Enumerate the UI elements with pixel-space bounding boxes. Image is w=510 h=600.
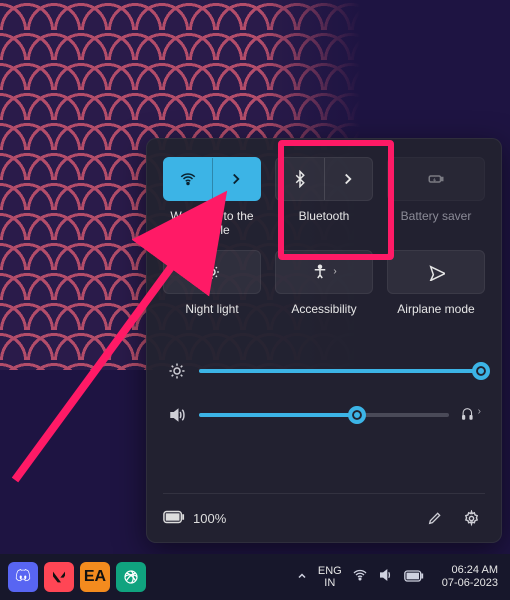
quick-settings-footer: 100%	[163, 493, 485, 532]
quick-settings-panel: Welcome to the Jungle Bluetooth	[146, 138, 502, 543]
taskbar-app-discord[interactable]	[8, 562, 38, 592]
tray-wifi-icon[interactable]	[352, 567, 368, 587]
night-light-label: Night light	[185, 302, 238, 330]
taskbar-app-chatgpt[interactable]	[116, 562, 146, 592]
chevron-up-icon	[296, 570, 308, 582]
battery-saver-icon	[427, 170, 445, 188]
brightness-slider-row	[167, 362, 481, 380]
tray-overflow-button[interactable]	[296, 569, 308, 586]
chevron-right-icon	[227, 170, 245, 188]
airplane-mode-tile[interactable]	[387, 250, 485, 294]
pencil-icon	[427, 510, 443, 526]
night-light-tile[interactable]	[163, 250, 261, 294]
bluetooth-toggle[interactable]	[276, 158, 325, 200]
taskbar-app-ea[interactable]: EA	[80, 562, 110, 592]
bluetooth-icon	[291, 170, 309, 188]
battery-status-icon[interactable]	[163, 510, 185, 527]
airplane-mode-tile-group: Airplane mode	[387, 250, 485, 330]
accessibility-tile-group: › Accessibility	[275, 250, 373, 330]
clock-date: 07-06-2023	[442, 577, 498, 590]
quick-settings-tiles: Welcome to the Jungle Bluetooth	[163, 157, 485, 330]
volume-slider-fill	[199, 413, 357, 417]
gear-icon	[463, 510, 480, 527]
wifi-tile[interactable]	[163, 157, 261, 201]
battery-percent: 100%	[193, 511, 226, 526]
language-indicator[interactable]: ENG IN	[318, 565, 342, 589]
accessibility-icon	[311, 263, 329, 281]
taskbar-app-valorant[interactable]	[44, 562, 74, 592]
chevron-right-icon: ›	[478, 406, 481, 424]
valorant-icon	[51, 569, 67, 585]
bluetooth-tile-group: Bluetooth	[275, 157, 373, 238]
language-line1: ENG	[318, 565, 342, 577]
accessibility-label: Accessibility	[291, 302, 356, 330]
battery-saver-tile[interactable]	[387, 157, 485, 201]
night-light-tile-group: Night light	[163, 250, 261, 330]
wifi-icon	[179, 170, 197, 188]
clock-time: 06:24 AM	[442, 564, 498, 577]
wifi-expand[interactable]	[213, 158, 261, 200]
bluetooth-expand[interactable]	[325, 158, 373, 200]
volume-icon	[167, 406, 187, 424]
edit-quick-settings-button[interactable]	[421, 504, 449, 532]
brightness-slider[interactable]	[199, 369, 481, 373]
airplane-mode-label: Airplane mode	[397, 302, 474, 330]
taskbar-clock[interactable]: 06:24 AM 07-06-2023	[442, 564, 498, 589]
bluetooth-label: Bluetooth	[299, 209, 350, 237]
wifi-tile-group: Welcome to the Jungle	[163, 157, 261, 238]
brightness-icon	[167, 362, 187, 380]
settings-button[interactable]	[457, 504, 485, 532]
night-light-icon	[203, 263, 221, 281]
accessibility-tile[interactable]: ›	[275, 250, 373, 294]
volume-slider-row: ›	[167, 406, 481, 424]
battery-saver-tile-group: Battery saver	[387, 157, 485, 238]
battery-saver-label: Battery saver	[401, 209, 472, 237]
discord-icon	[14, 568, 32, 586]
wifi-toggle[interactable]	[164, 158, 213, 200]
volume-slider-thumb[interactable]	[348, 406, 366, 424]
airplane-icon	[427, 263, 445, 281]
audio-output-button[interactable]: ›	[461, 406, 481, 424]
volume-slider[interactable]	[199, 413, 449, 417]
bluetooth-tile[interactable]	[275, 157, 373, 201]
system-tray: ENG IN 06:24 AM 07-06-2023	[296, 564, 502, 589]
chevron-right-icon: ›	[333, 266, 336, 277]
brightness-slider-fill	[199, 369, 481, 373]
chevron-right-icon	[339, 170, 357, 188]
wifi-label: Welcome to the Jungle	[163, 209, 261, 238]
brightness-slider-thumb[interactable]	[472, 362, 490, 380]
tray-volume-icon[interactable]	[378, 567, 394, 587]
taskbar: EA ENG IN 06:24 AM 07-06-2023	[0, 554, 510, 600]
ea-icon: EA	[84, 568, 106, 586]
language-line2: IN	[318, 577, 342, 589]
tray-battery-icon[interactable]	[404, 569, 424, 586]
openai-icon	[122, 568, 140, 586]
